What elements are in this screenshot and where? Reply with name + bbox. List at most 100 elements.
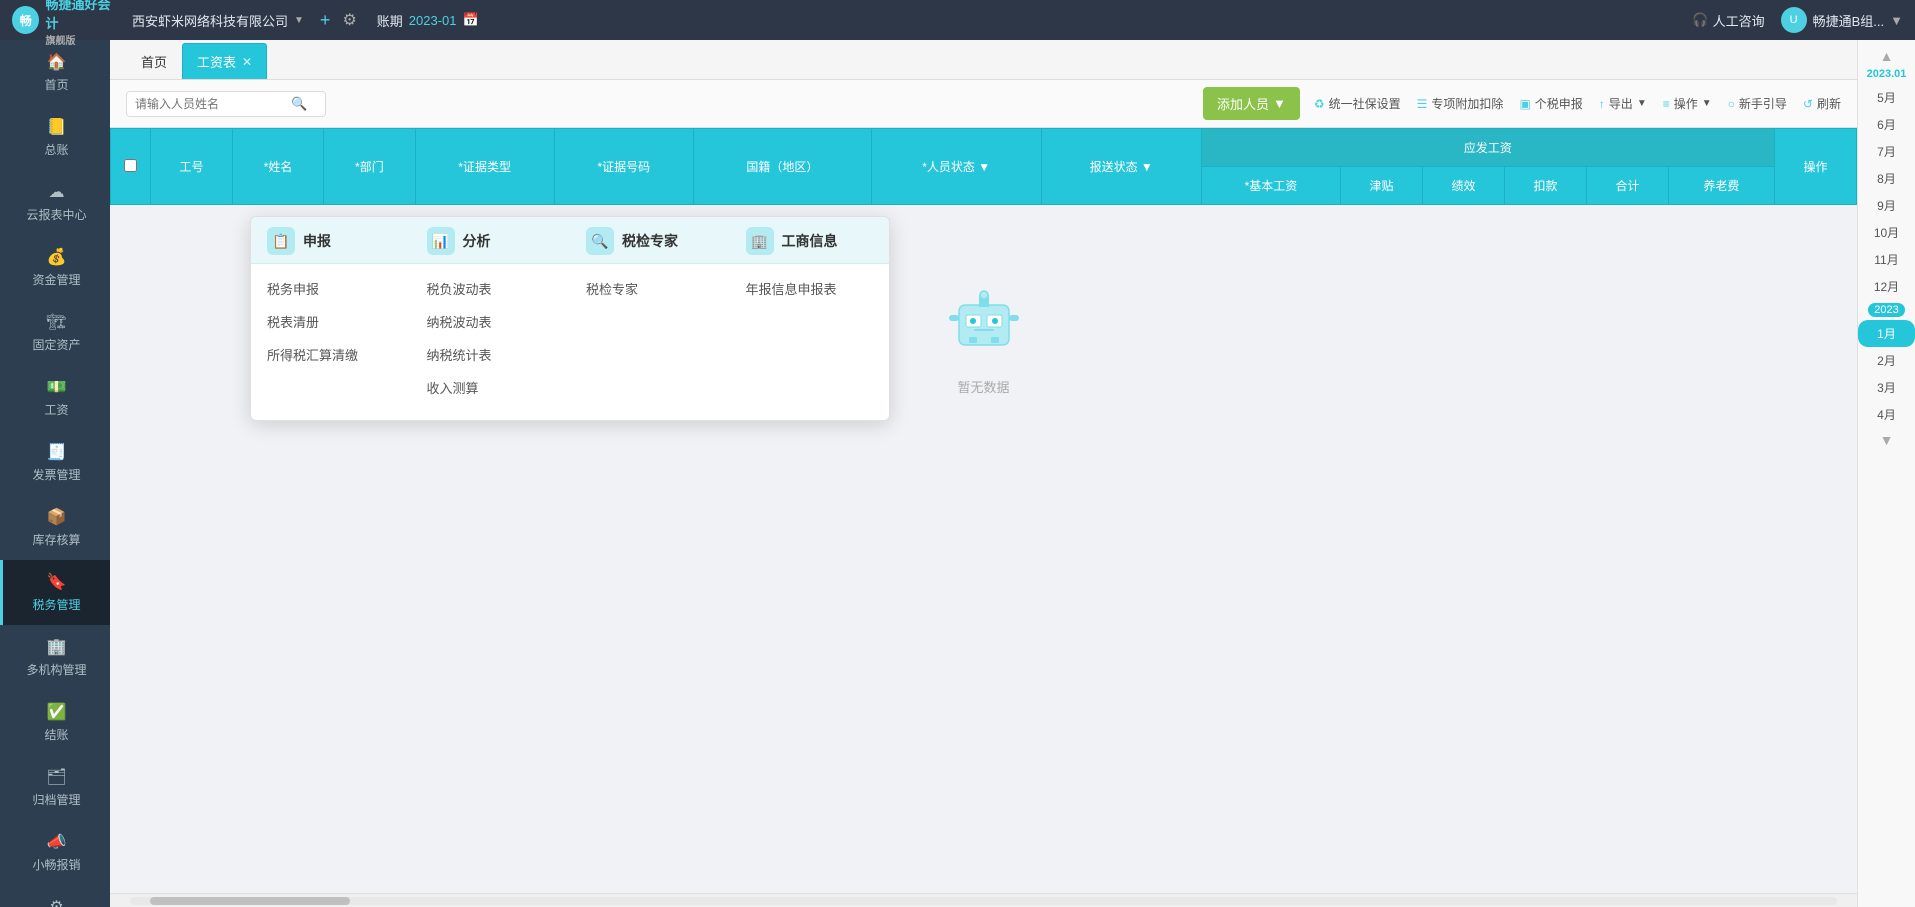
special-deduction-action[interactable]: ☰ 专项附加扣除 — [1417, 95, 1504, 112]
main-layout: 🏠 首页 📒 总账 ☁ 云报表中心 💰 资金管理 🏗 固定资产 💵 工资 🧾 发… — [0, 40, 1915, 907]
company-dropdown-arrow: ▼ — [294, 15, 304, 26]
tax-expert-icon: 🔍 — [586, 227, 614, 255]
add-person-button[interactable]: 添加人员 ▼ — [1203, 87, 1300, 120]
menu-item-tax-fluctuation[interactable]: 纳税波动表 — [411, 305, 571, 338]
th-id: 工号 — [151, 129, 233, 205]
th-name: *姓名 — [232, 129, 323, 205]
sidebar-item-fund[interactable]: 💰 资金管理 — [0, 235, 110, 300]
scrollbar-track[interactable] — [130, 897, 1837, 905]
tab-salary-close[interactable]: ✕ — [242, 55, 252, 69]
tab-home[interactable]: 首页 — [126, 43, 182, 79]
sidebar-item-ledger[interactable]: 📒 总账 — [0, 105, 110, 170]
dropdown-menu[interactable]: 📋 申报 税务申报 税表清册 所得税汇算清缴 📊 分析 — [250, 216, 890, 421]
export-action[interactable]: ↑ 导出 ▼ — [1599, 95, 1647, 112]
rp-month-3[interactable]: 3月 — [1858, 374, 1915, 401]
menu-item-income-tax[interactable]: 所得税汇算清缴 — [251, 338, 411, 371]
content-area: 首页 工资表 ✕ 🔍 添加人员 ▼ ♻ 统一社保 — [110, 40, 1857, 907]
section-declaration-header: 📋 申报 — [251, 217, 411, 264]
rp-month-2[interactable]: 2月 — [1858, 347, 1915, 374]
sidebar-item-home[interactable]: 🏠 首页 — [0, 40, 110, 105]
sidebar-item-inventory[interactable]: 📦 库存核算 — [0, 495, 110, 560]
rp-month-8[interactable]: 8月 — [1858, 165, 1915, 192]
sidebar-item-settings[interactable]: ⚙ 基础设置 — [0, 885, 110, 907]
section-business-header: 🏢 工商信息 — [730, 217, 890, 264]
section-analysis-title: 分析 — [463, 231, 491, 251]
rp-down-arrow[interactable]: ▼ — [1876, 428, 1898, 452]
search-input[interactable] — [135, 97, 285, 111]
social-insurance-action[interactable]: ♻ 统一社保设置 — [1314, 95, 1401, 112]
sidebar-item-multi-org[interactable]: 🏢 多机构管理 — [0, 625, 110, 690]
sidebar-item-assets[interactable]: 🏗 固定资产 — [0, 300, 110, 365]
period-calendar-icon[interactable]: 📅 — [463, 12, 479, 28]
rp-month-9[interactable]: 9月 — [1858, 192, 1915, 219]
sidebar-item-invoice[interactable]: 🧾 发票管理 — [0, 430, 110, 495]
sidebar-item-cloud-reports[interactable]: ☁ 云报表中心 — [0, 170, 110, 235]
rp-month-6[interactable]: 6月 — [1858, 111, 1915, 138]
menu-item-annual-report[interactable]: 年报信息申报表 — [730, 272, 890, 305]
assets-icon: 🏗 — [46, 312, 66, 332]
rp-month-7[interactable]: 7月 — [1858, 138, 1915, 165]
rp-year-badge: 2023 — [1868, 303, 1904, 317]
support-button[interactable]: 🎧 人工咨询 — [1692, 11, 1764, 30]
bottom-scrollbar[interactable] — [110, 893, 1857, 907]
select-all-checkbox[interactable] — [124, 159, 137, 172]
rp-month-12[interactable]: 12月 — [1858, 273, 1915, 300]
tax-report-action[interactable]: ▣ 个税申报 — [1519, 95, 1582, 112]
add-company-button[interactable]: + — [320, 10, 331, 31]
settings-button[interactable]: ⚙ — [342, 10, 356, 30]
app-logo: 畅 畅捷通好会计 旗舰版 — [12, 0, 122, 47]
declaration-icon: 📋 — [267, 227, 295, 255]
app-edition: 旗舰版 — [45, 32, 122, 47]
refresh-action[interactable]: ↺ 刷新 — [1803, 95, 1841, 112]
empty-state-text: 暂无数据 — [957, 377, 1009, 396]
menu-item-tax-stats[interactable]: 纳税统计表 — [411, 338, 571, 371]
rp-month-11[interactable]: 11月 — [1858, 246, 1915, 273]
topbar-right: 🎧 人工咨询 U 畅捷通B组... ▼ — [1692, 7, 1903, 33]
th-report-status: 报送状态 ▼ — [1041, 129, 1201, 205]
period-value: 2023-01 — [409, 13, 457, 28]
tabs-bar: 首页 工资表 ✕ — [110, 40, 1857, 80]
user-info[interactable]: U 畅捷通B组... ▼ — [1781, 7, 1903, 33]
th-id-num: *证据号码 — [554, 129, 693, 205]
menu-item-income-estimate[interactable]: 收入测算 — [411, 371, 571, 404]
th-pension: 养老费 — [1668, 167, 1774, 205]
tax-report-icon: ▣ — [1519, 97, 1530, 111]
tab-salary[interactable]: 工资表 ✕ — [182, 43, 267, 79]
menu-item-tax-burden[interactable]: 税负波动表 — [411, 272, 571, 305]
sidebar-item-archive[interactable]: 🗂 归档管理 — [0, 755, 110, 820]
th-checkbox[interactable] — [111, 129, 151, 205]
menu-item-tax-declare[interactable]: 税务申报 — [251, 272, 411, 305]
fund-icon: 💰 — [47, 247, 67, 267]
rp-month-5[interactable]: 5月 — [1858, 84, 1915, 111]
cloud-reports-icon: ☁ — [49, 182, 65, 202]
rp-month-4[interactable]: 4月 — [1858, 401, 1915, 428]
sidebar-item-settlement[interactable]: ✅ 结账 — [0, 690, 110, 755]
operations-dropdown-icon: ▼ — [1702, 98, 1712, 109]
company-name: 西安虾米网络科技有限公司 — [132, 11, 288, 30]
operations-action[interactable]: ≡ 操作 ▼ — [1663, 95, 1712, 112]
archive-icon: 🗂 — [46, 767, 66, 787]
sidebar-item-tax[interactable]: 🔖 税务管理 — [0, 560, 110, 625]
th-base-salary: *基本工资 — [1201, 167, 1340, 205]
sidebar-item-promo-label: 小畅报销 — [32, 856, 80, 873]
scrollbar-thumb[interactable] — [150, 897, 350, 905]
settings-sidebar-icon: ⚙ — [49, 897, 63, 907]
menu-item-tax-expert[interactable]: 税检专家 — [570, 272, 730, 305]
menu-item-tax-table[interactable]: 税表清册 — [251, 305, 411, 338]
rp-up-arrow[interactable]: ▲ — [1876, 44, 1898, 68]
promo-icon: 📣 — [47, 832, 67, 852]
toolbar: 🔍 添加人员 ▼ ♻ 统一社保设置 ☰ 专项附加扣除 — [110, 80, 1857, 128]
toolbar-actions: ♻ 统一社保设置 ☰ 专项附加扣除 ▣ 个税申报 ↑ 导出 ▼ — [1314, 95, 1841, 112]
sidebar-item-tax-label: 税务管理 — [32, 596, 80, 613]
dropdown-section-declaration: 📋 申报 税务申报 税表清册 所得税汇算清缴 — [251, 217, 411, 404]
sidebar-item-multi-org-label: 多机构管理 — [26, 661, 86, 678]
rp-month-10[interactable]: 10月 — [1858, 219, 1915, 246]
th-performance: 绩效 — [1423, 167, 1505, 205]
guide-action[interactable]: ○ 新手引导 — [1728, 95, 1787, 112]
operations-icon: ≡ — [1663, 97, 1670, 111]
sidebar-item-salary[interactable]: 💵 工资 — [0, 365, 110, 430]
rp-month-1[interactable]: 1月 — [1858, 320, 1915, 347]
salary-icon: 💵 — [47, 377, 67, 397]
company-selector[interactable]: 西安虾米网络科技有限公司 ▼ — [132, 11, 304, 30]
sidebar-item-promo[interactable]: 📣 小畅报销 — [0, 820, 110, 885]
